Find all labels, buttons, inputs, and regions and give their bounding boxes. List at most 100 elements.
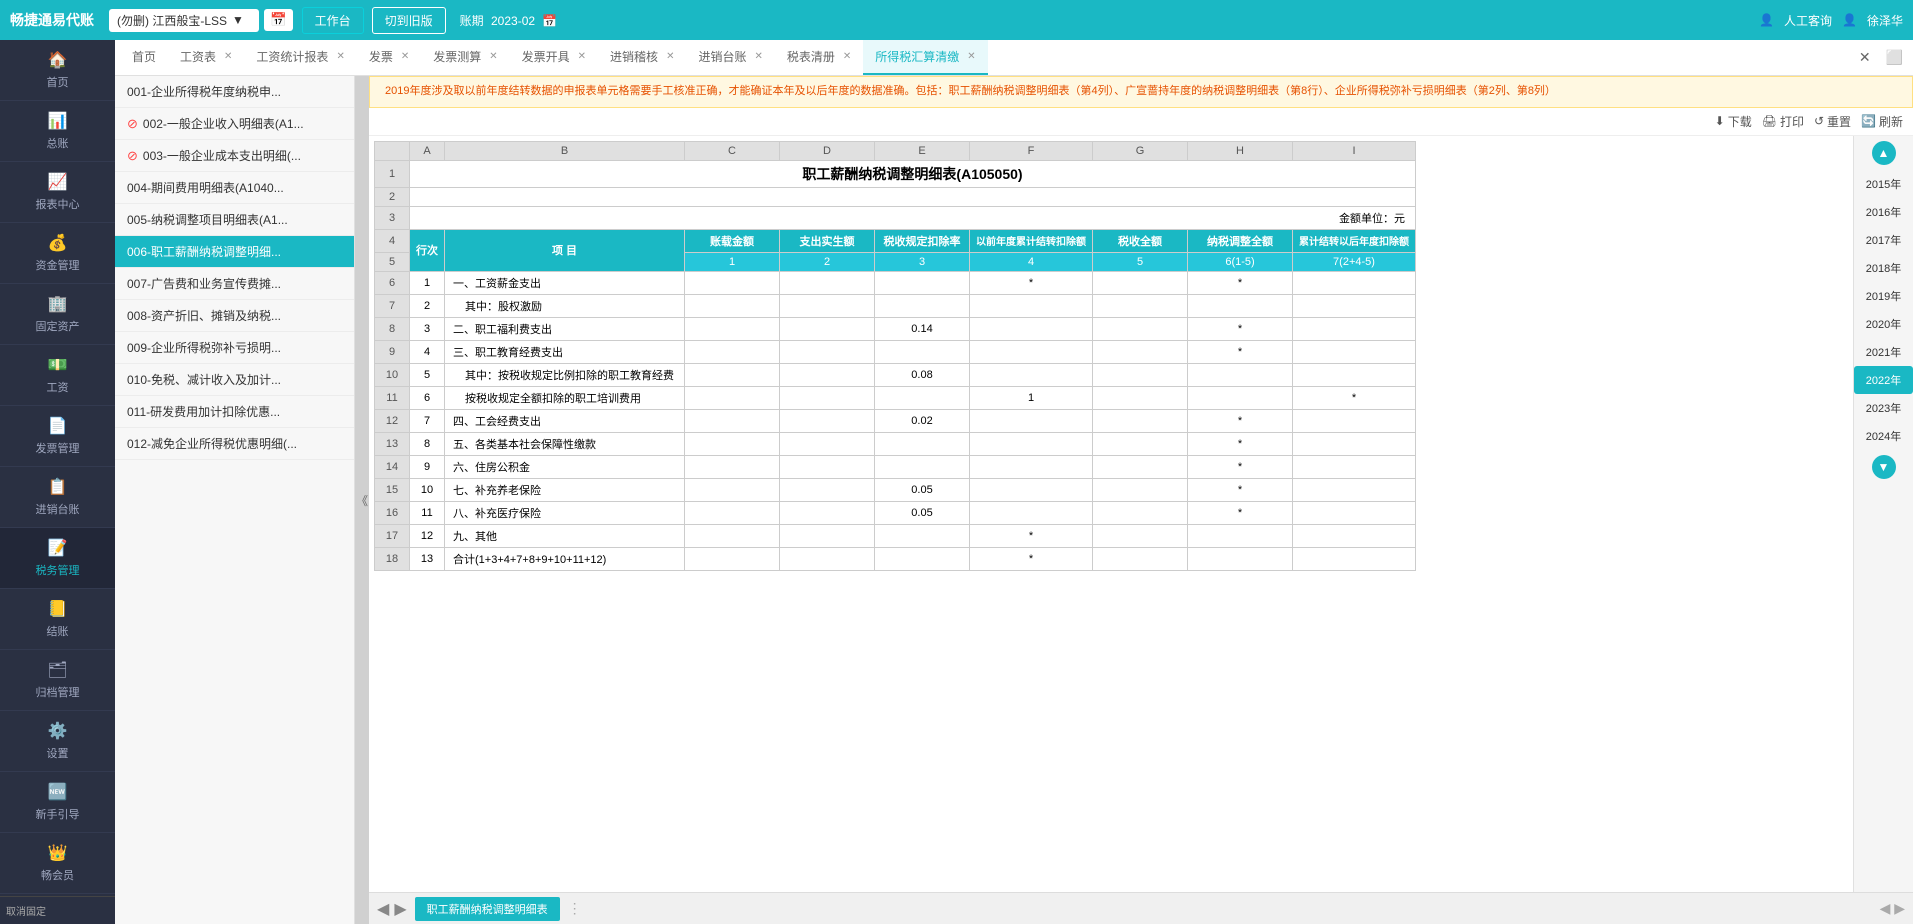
sheet-scroll-right[interactable]: ▶ [394,899,406,919]
left-panel-item-008[interactable]: 008-资产折旧、摊销及纳税... [115,300,354,332]
cell-11-c[interactable] [685,386,780,409]
cell-10-c[interactable] [685,363,780,386]
cell-13-f[interactable] [970,432,1093,455]
cell-11-e[interactable] [875,386,970,409]
year-2024[interactable]: 2024年 [1854,422,1913,450]
left-panel-item-001[interactable]: 001-企业所得税年度纳税申... [115,76,354,108]
company-selector[interactable]: (勿删) 江西般宝-LSS ▼ [109,9,259,32]
sidebar-item-invoice-mgmt[interactable]: 📄 发票管理 [0,406,115,467]
left-panel-item-009[interactable]: 009-企业所得税弥补亏损明... [115,332,354,364]
sheet-options-icon[interactable]: ⋮ [568,900,582,917]
service-button[interactable]: 人工客询 [1784,12,1832,29]
left-panel-item-012[interactable]: 012-减免企业所得税优惠明细(... [115,428,354,460]
cancel-fixed-button[interactable]: 取消固定 [0,896,115,924]
year-2016[interactable]: 2016年 [1854,198,1913,226]
sidebar-item-member[interactable]: 👑 畅会员 [0,833,115,894]
cell-9-g[interactable] [1093,340,1188,363]
tab-invoice-calc-close[interactable]: ✕ [489,51,497,62]
left-panel-item-010[interactable]: 010-免税、减计收入及加计... [115,364,354,396]
cell-13-e[interactable] [875,432,970,455]
cell-15-f[interactable] [970,478,1093,501]
calendar-icon-btn[interactable]: 📅 [264,9,293,31]
cell-17-d[interactable] [780,524,875,547]
cell-12-i[interactable] [1293,409,1416,432]
left-panel-item-002[interactable]: ⊘ 002-一般企业收入明细表(A1... [115,108,354,140]
tab-salary-table-close[interactable]: ✕ [224,51,232,62]
tab-audit[interactable]: 进销稽核 ✕ [598,40,686,75]
cell-15-c[interactable] [685,478,780,501]
cell-18-h[interactable] [1188,547,1293,570]
tab-invoice[interactable]: 发票 ✕ [357,40,421,75]
cell-18-i[interactable] [1293,547,1416,570]
cell-16-g[interactable] [1093,501,1188,524]
year-2017[interactable]: 2017年 [1854,226,1913,254]
sidebar-item-ledger[interactable]: 📊 总账 [0,101,115,162]
tab-income-tax[interactable]: 所得税汇算清缴 ✕ [863,40,987,75]
cell-14-g[interactable] [1093,455,1188,478]
cell-13-d[interactable] [780,432,875,455]
cell-15-g[interactable] [1093,478,1188,501]
reset-button[interactable]: ↺ 重置 [1814,113,1851,130]
year-2019[interactable]: 2019年 [1854,282,1913,310]
cell-9-i[interactable] [1293,340,1416,363]
cell-16-i[interactable] [1293,501,1416,524]
tab-sales-ledger[interactable]: 进销台账 ✕ [686,40,774,75]
cell-13-i[interactable] [1293,432,1416,455]
sheet-scroll-track[interactable]: ◀ ▶ [1880,900,1905,917]
tab-salary-report-close[interactable]: ✕ [336,51,344,62]
tab-invoice-issue-close[interactable]: ✕ [578,51,586,62]
sidebar-item-assets[interactable]: 🏢 固定资产 [0,284,115,345]
cell-8-g[interactable] [1093,317,1188,340]
cell-6-e[interactable] [875,271,970,294]
cell-11-d[interactable] [780,386,875,409]
tab-income-tax-close[interactable]: ✕ [967,51,975,62]
cell-7-c[interactable] [685,294,780,317]
tab-home[interactable]: 首页 [120,40,168,75]
cell-14-d[interactable] [780,455,875,478]
old-version-button[interactable]: 切到旧版 [372,7,446,34]
tab-sales-ledger-close[interactable]: ✕ [754,51,762,62]
cell-6-c[interactable] [685,271,780,294]
sidebar-item-finance[interactable]: 💰 资金管理 [0,223,115,284]
download-button[interactable]: ⬇ 下载 [1715,113,1752,130]
cell-7-f[interactable] [970,294,1093,317]
calendar-period-icon[interactable]: 📅 [542,14,557,28]
cell-12-c[interactable] [685,409,780,432]
sheet-scroll-left[interactable]: ◀ [377,899,389,919]
print-button[interactable]: 🖨 打印 [1762,113,1804,130]
cell-6-g[interactable] [1093,271,1188,294]
sidebar-item-archive[interactable]: 🗂 归档管理 [0,650,115,711]
cell-16-d[interactable] [780,501,875,524]
left-panel-item-007[interactable]: 007-广告费和业务宣传费摊... [115,268,354,300]
cell-8-f[interactable] [970,317,1093,340]
tab-close-all-button[interactable]: ✕ [1854,47,1876,68]
year-2023[interactable]: 2023年 [1854,394,1913,422]
cell-18-d[interactable] [780,547,875,570]
tab-invoice-issue[interactable]: 发票开具 ✕ [510,40,598,75]
tab-invoice-close[interactable]: ✕ [401,51,409,62]
cell-15-d[interactable] [780,478,875,501]
tab-maximize-button[interactable]: ⬜ [1881,47,1908,68]
year-2022[interactable]: 2022年 [1854,366,1913,394]
cell-9-e[interactable] [875,340,970,363]
year-2021[interactable]: 2021年 [1854,338,1913,366]
cell-11-g[interactable] [1093,386,1188,409]
cell-10-d[interactable] [780,363,875,386]
sheet-tab-salary[interactable]: 职工薪酬纳税调整明细表 [415,897,560,921]
cell-10-f[interactable] [970,363,1093,386]
cell-9-c[interactable] [685,340,780,363]
tab-tax-book-close[interactable]: ✕ [843,51,851,62]
cell-14-i[interactable] [1293,455,1416,478]
cell-9-f[interactable] [970,340,1093,363]
left-panel-item-005[interactable]: 005-纳税调整项目明细表(A1... [115,204,354,236]
cell-17-i[interactable] [1293,524,1416,547]
refresh-button[interactable]: 🔄 刷新 [1861,113,1903,130]
cell-18-e[interactable] [875,547,970,570]
sidebar-item-guide[interactable]: 🆕 新手引导 [0,772,115,833]
cell-12-d[interactable] [780,409,875,432]
cell-7-e[interactable] [875,294,970,317]
sidebar-item-close[interactable]: 📒 结账 [0,589,115,650]
cell-8-c[interactable] [685,317,780,340]
cell-6-i[interactable] [1293,271,1416,294]
cell-18-c[interactable] [685,547,780,570]
